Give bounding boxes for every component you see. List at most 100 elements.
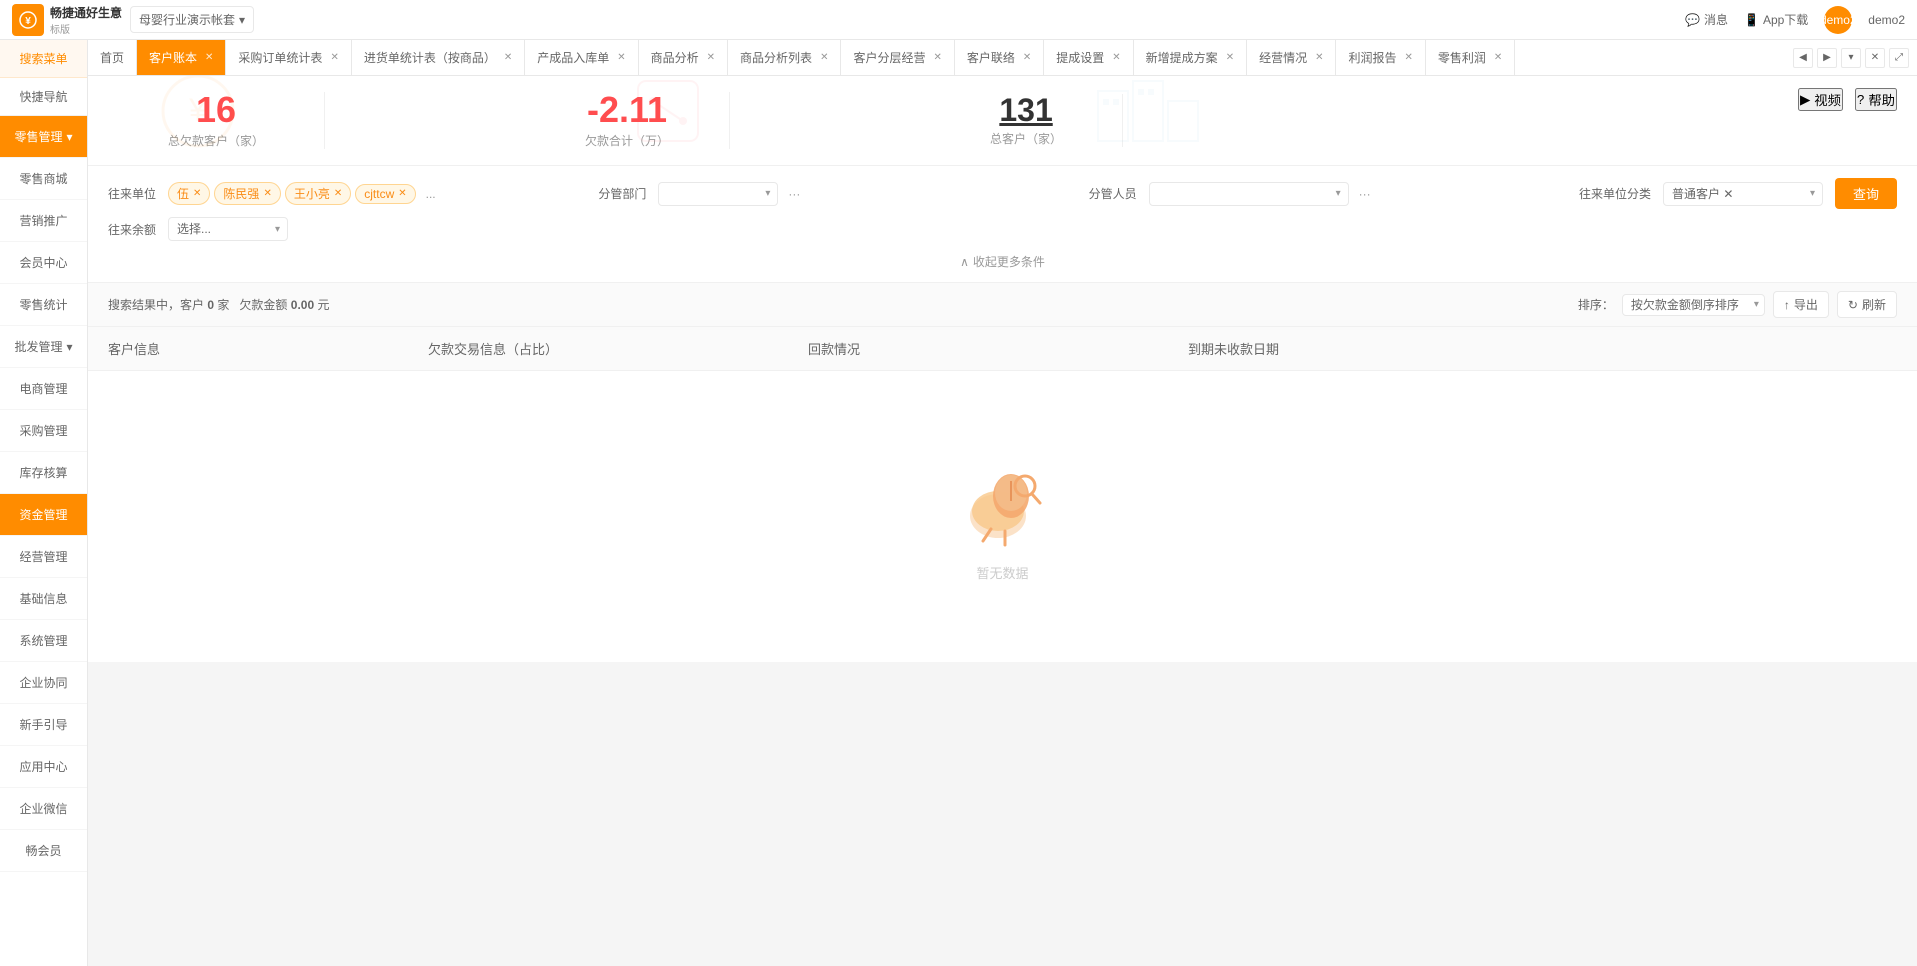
- tab-menu-btn[interactable]: ▾: [1841, 48, 1861, 68]
- app-download-btn[interactable]: 📱 App下载: [1744, 11, 1808, 28]
- sidebar-item-basic[interactable]: 基础信息: [0, 578, 87, 620]
- quick-nav[interactable]: 快捷导航: [0, 78, 87, 116]
- filter-tag-chen[interactable]: 陈民强 ✕: [214, 182, 280, 205]
- tab-close-profit[interactable]: ✕: [1405, 52, 1413, 63]
- tab-produced[interactable]: 产成品入库单 ✕: [525, 40, 638, 76]
- tab-close-produced[interactable]: ✕: [617, 52, 625, 63]
- tab-next-btn[interactable]: ▶: [1817, 48, 1837, 68]
- help-btn[interactable]: ? 帮助: [1855, 88, 1897, 111]
- sidebar-item-corp[interactable]: 企业协同: [0, 662, 87, 704]
- avatar[interactable]: demo2: [1824, 6, 1852, 34]
- logo-icon: ¥: [12, 4, 44, 36]
- balance-select[interactable]: 选择...: [168, 217, 288, 241]
- result-info: 搜索结果中，客户 0 家 欠款金额 0.00 元: [108, 296, 330, 313]
- sidebar-item-ecommerce[interactable]: 电商管理: [0, 368, 87, 410]
- sidebar: 搜索菜单 快捷导航 零售管理 ▾ 零售商城 营销推广 会员中心 零售统计 批发管…: [0, 40, 88, 966]
- col-header-date: 到期未收款日期: [1188, 339, 1897, 358]
- filter-tag-wang[interactable]: 王小亮 ✕: [285, 182, 351, 205]
- tab-customer-tier[interactable]: 客户分层经营 ✕: [841, 40, 954, 76]
- sidebar-item-wholesale[interactable]: 批发管理 ▾: [0, 326, 87, 368]
- tab-close-all-btn[interactable]: ✕: [1865, 48, 1885, 68]
- tab-purchase-order[interactable]: 采购订单统计表 ✕: [226, 40, 351, 76]
- tab-close-goods[interactable]: ✕: [707, 52, 715, 63]
- sidebar-item-purchase[interactable]: 采购管理: [0, 410, 87, 452]
- tab-close-retail-profit[interactable]: ✕: [1494, 52, 1502, 63]
- sidebar-item-retail[interactable]: 零售管理 ▾: [0, 116, 87, 158]
- export-btn[interactable]: ↑ 导出: [1773, 291, 1829, 318]
- dept-select-wrap: [658, 182, 778, 206]
- filter-area: 往来单位 伍 ✕ 陈民强 ✕ 王小亮 ✕: [88, 166, 1917, 283]
- remove-wu[interactable]: ✕: [193, 188, 201, 199]
- tab-customer-contact[interactable]: 客户联络 ✕: [955, 40, 1044, 76]
- sidebar-item-operation[interactable]: 经营管理: [0, 536, 87, 578]
- message-btn[interactable]: 💬 消息: [1685, 11, 1728, 28]
- tab-close-contact[interactable]: ✕: [1023, 52, 1031, 63]
- sidebar-item-inventory[interactable]: 库存核算: [0, 452, 87, 494]
- dept-select[interactable]: [658, 182, 778, 206]
- tab-goods-analysis[interactable]: 商品分析 ✕: [639, 40, 728, 76]
- sidebar-item-member[interactable]: 会员中心: [0, 242, 87, 284]
- tab-commission-setting[interactable]: 提成设置 ✕: [1044, 40, 1133, 76]
- tab-close-goods-list[interactable]: ✕: [820, 52, 828, 63]
- sidebar-item-finance[interactable]: 资金管理: [0, 494, 87, 536]
- tab-retail-profit[interactable]: 零售利润 ✕: [1426, 40, 1515, 76]
- logo-text: 畅捷通好生意: [50, 4, 122, 21]
- remove-wang[interactable]: ✕: [334, 188, 342, 199]
- chevron-icon: ▾: [66, 130, 72, 144]
- stat-bg-icon-1: ¥: [148, 76, 248, 170]
- unit-type-select[interactable]: 普通客户 ✕: [1663, 182, 1823, 206]
- sidebar-item-appstore[interactable]: 应用中心: [0, 746, 87, 788]
- sidebar-item-system[interactable]: 系统管理: [0, 620, 87, 662]
- sidebar-item-retail-stats[interactable]: 零售统计: [0, 284, 87, 326]
- person-select[interactable]: [1149, 182, 1349, 206]
- phone-icon: 📱: [1744, 13, 1759, 27]
- query-btn[interactable]: 查询: [1835, 178, 1897, 209]
- remove-cjttcw[interactable]: ✕: [398, 188, 406, 199]
- result-bar: 搜索结果中，客户 0 家 欠款金额 0.00 元 排序： 按欠款金额倒序排序: [88, 283, 1917, 327]
- sidebar-item-retail-mall[interactable]: 零售商城: [0, 158, 87, 200]
- sort-select[interactable]: 按欠款金额倒序排序: [1622, 294, 1765, 316]
- tab-goods-list[interactable]: 商品分析列表 ✕: [728, 40, 841, 76]
- tab-close-commission[interactable]: ✕: [1112, 52, 1120, 63]
- remove-chen[interactable]: ✕: [263, 188, 271, 199]
- sidebar-item-guide[interactable]: 新手引导: [0, 704, 87, 746]
- company-dropdown[interactable]: 母婴行业演示帐套 ▾: [130, 6, 254, 33]
- collapse-btn[interactable]: ∧ 收起更多条件: [108, 249, 1897, 270]
- filter-tags-unit: 伍 ✕ 陈民强 ✕ 王小亮 ✕ cjttcw ✕: [168, 182, 586, 205]
- tab-home[interactable]: 首页: [88, 40, 137, 76]
- tab-instock-stats[interactable]: 进货单统计表（按商品） ✕: [352, 40, 525, 76]
- sort-wrap: 按欠款金额倒序排序: [1622, 294, 1765, 316]
- tab-close-new-commission[interactable]: ✕: [1226, 52, 1234, 63]
- filter-tag-wu[interactable]: 伍 ✕: [168, 182, 210, 205]
- tab-business[interactable]: 经营情况 ✕: [1247, 40, 1336, 76]
- unit-type-wrap: 普通客户 ✕: [1663, 182, 1823, 206]
- tab-maximize-btn[interactable]: ⤢: [1889, 48, 1909, 68]
- unit-type-select-wrap: 普通客户 ✕: [1663, 182, 1823, 206]
- tab-new-commission[interactable]: 新增提成方案 ✕: [1134, 40, 1247, 76]
- result-actions: 排序： 按欠款金额倒序排序 ↑ 导出 ↻ 刷新: [1578, 291, 1897, 318]
- filter-tag-cjttcw[interactable]: cjttcw ✕: [355, 184, 415, 204]
- tab-close-tier[interactable]: ✕: [933, 52, 941, 63]
- tab-close-business[interactable]: ✕: [1315, 52, 1323, 63]
- video-btn[interactable]: ▶ 视频: [1798, 88, 1843, 111]
- data-table: 客户信息 欠款交易信息（占比） 回款情况 到期未收款日期: [88, 327, 1917, 662]
- sidebar-item-wechat[interactable]: 企业微信: [0, 788, 87, 830]
- refresh-btn[interactable]: ↻ 刷新: [1837, 291, 1897, 318]
- sidebar-item-member2[interactable]: 畅会员: [0, 830, 87, 872]
- question-icon: ?: [1857, 92, 1864, 107]
- balance-label: 往来余额: [108, 221, 156, 238]
- sidebar-item-marketing[interactable]: 营销推广: [0, 200, 87, 242]
- search-menu[interactable]: 搜索菜单: [0, 40, 87, 78]
- top-bar-left: ¥ 畅捷通好生意 标版 母婴行业演示帐套 ▾: [12, 4, 254, 36]
- col-header-customer: 客户信息: [108, 339, 428, 358]
- tab-close-instock[interactable]: ✕: [504, 52, 512, 63]
- unit-label: 往来单位: [108, 185, 156, 202]
- tab-prev-btn[interactable]: ◀: [1793, 48, 1813, 68]
- person-more-btn[interactable]: ···: [1353, 185, 1377, 203]
- tab-profit[interactable]: 利润报告 ✕: [1336, 40, 1425, 76]
- tab-customer-ledger[interactable]: 客户账本 ✕: [137, 40, 226, 76]
- tab-close-purchase[interactable]: ✕: [330, 52, 338, 63]
- more-tags-btn[interactable]: ...: [420, 185, 442, 203]
- tab-close-customer-ledger[interactable]: ✕: [205, 52, 213, 63]
- dept-more-btn[interactable]: ···: [782, 185, 806, 203]
